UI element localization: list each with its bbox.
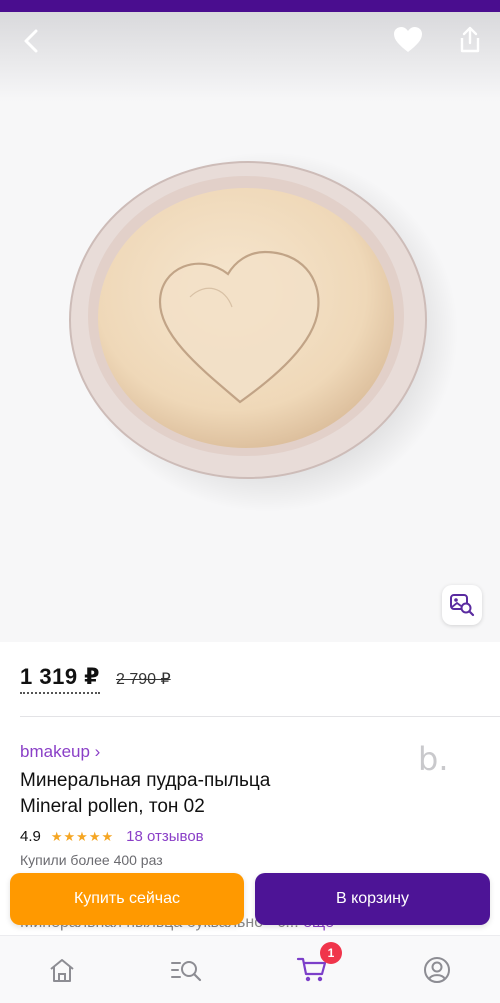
tab-home[interactable] — [42, 950, 82, 990]
cart-badge: 1 — [320, 942, 342, 964]
back-button[interactable] — [14, 24, 48, 58]
product-image-gallery[interactable] — [0, 12, 500, 642]
share-button[interactable] — [452, 22, 488, 58]
brand-logo[interactable]: b. — [418, 740, 448, 778]
reviews-link[interactable]: 18 отзывов — [126, 828, 204, 845]
top-accent-bar — [0, 0, 500, 12]
brand-link[interactable]: bmakeup › — [20, 742, 100, 762]
add-to-cart-button[interactable]: В корзину — [255, 873, 490, 925]
rating-row: 4.9 ★★★★★ 18 отзывов — [20, 828, 204, 845]
image-search-icon — [450, 594, 475, 617]
favorite-button[interactable] — [390, 22, 426, 58]
purchase-count: Купили более 400 раз — [20, 852, 163, 868]
old-price: 2 790 ₽ — [115, 671, 171, 688]
product-photo — [69, 152, 458, 512]
home-icon — [50, 959, 74, 982]
bottom-tab-bar — [0, 935, 500, 1003]
heart-icon — [394, 27, 422, 52]
profile-icon — [424, 957, 450, 983]
chevron-left-icon — [24, 29, 38, 53]
price-row: 1 319 ₽ 2 790 ₽ — [20, 664, 171, 700]
tab-profile[interactable] — [417, 950, 457, 990]
divider — [20, 716, 500, 717]
share-icon — [460, 26, 480, 53]
current-price[interactable]: 1 319 ₽ — [20, 664, 100, 694]
tab-catalog[interactable] — [166, 950, 206, 990]
visual-search-button[interactable] — [442, 585, 482, 625]
product-title-line-2: Mineral pollen, тон 02 — [20, 796, 205, 817]
product-title: Минеральная пудра-пыльца Mineral pollen,… — [20, 768, 420, 820]
catalog-search-icon — [171, 961, 202, 982]
buy-now-button[interactable]: Купить сейчас — [10, 873, 244, 925]
product-title-line-1: Минеральная пудра-пыльца — [20, 770, 271, 791]
rating-value: 4.9 — [20, 828, 41, 845]
star-rating-icon: ★★★★★ — [50, 828, 115, 844]
